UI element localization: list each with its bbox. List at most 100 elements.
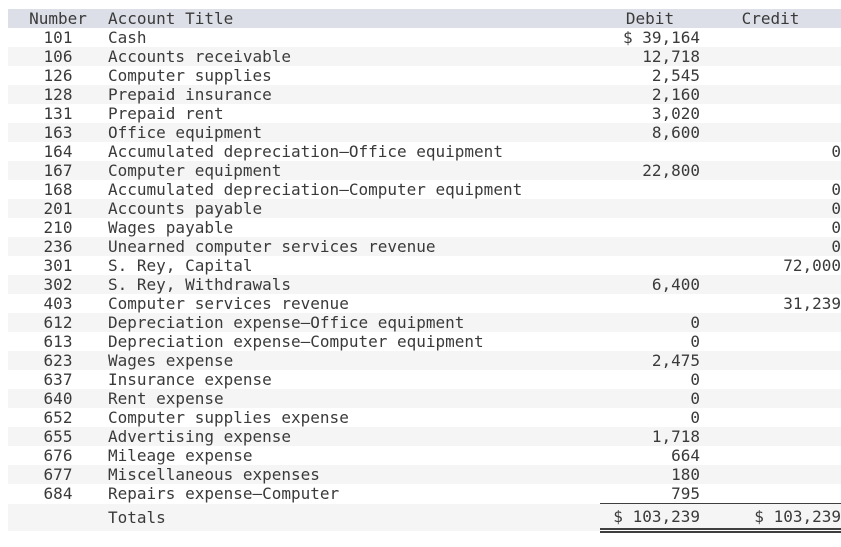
account-row: 301 S. Rey, Capital 72,000 [8, 256, 841, 275]
credit-amount-cell [700, 313, 841, 332]
account-title-cell: Accounts receivable [108, 47, 292, 66]
account-number-cell: 131 [43, 104, 73, 123]
debit-amount-cell: 8,600 [651, 123, 700, 142]
debit-amount-cell: 180 [671, 465, 700, 484]
credit-amount-cell [700, 66, 841, 85]
account-row: 623 Wages expense 2,475 [8, 351, 841, 370]
account-row: 652 Computer supplies expense 0 [8, 408, 841, 427]
account-row: 676 Mileage expense 664 [8, 446, 841, 465]
account-number-cell: 676 [43, 446, 73, 465]
credit-amount-cell [700, 332, 841, 351]
account-title-cell: Advertising expense [108, 427, 292, 446]
debit-amount-cell [600, 237, 700, 256]
credit-amount-cell: 0 [831, 237, 841, 256]
account-row: 302 S. Rey, Withdrawals 6,400 [8, 275, 841, 294]
totals-spacer-cell [8, 504, 108, 531]
credit-amount-cell [700, 85, 841, 104]
account-row: 106 Accounts receivable 12,718 [8, 47, 841, 66]
account-number-cell: 301 [43, 256, 73, 275]
totals-credit-value: $ 103,239 [700, 503, 841, 533]
debit-amount-cell: 2,475 [651, 351, 700, 370]
account-number-cell: 612 [43, 313, 73, 332]
account-title-cell: Cash [108, 28, 147, 47]
account-row: 403 Computer services revenue 31,239 [8, 294, 841, 313]
credit-amount-cell [700, 28, 841, 47]
debit-amount-cell: $ 39,164 [622, 28, 700, 47]
credit-amount-cell [700, 484, 841, 504]
debit-amount-cell: 6,400 [651, 275, 700, 294]
account-title-cell: Accumulated depreciation—Computer equipm… [108, 180, 523, 199]
account-number-cell: 128 [43, 85, 73, 104]
account-number-cell: 677 [43, 465, 73, 484]
account-row: 131 Prepaid rent 3,020 [8, 104, 841, 123]
account-row: 684 Repairs expense—Computer 795 [8, 484, 841, 504]
account-title-cell: Computer supplies expense [108, 408, 349, 427]
debit-amount-cell [600, 142, 700, 161]
account-row: 236 Unearned computer services revenue 0 [8, 237, 841, 256]
debit-amount-cell: 12,718 [642, 47, 700, 66]
account-row: 164 Accumulated depreciation—Office equip… [8, 142, 841, 161]
credit-amount-cell [700, 351, 841, 370]
credit-amount-cell [700, 275, 841, 294]
trial-balance: Number Account Title Debit Credit 101 Cas… [0, 0, 841, 533]
debit-amount-cell: 3,020 [651, 104, 700, 123]
credit-amount-cell [700, 408, 841, 427]
debit-amount-cell: 795 [671, 484, 700, 503]
credit-amount-cell: 72,000 [783, 256, 841, 275]
account-number-cell: 106 [43, 47, 73, 66]
debit-amount-cell: 0 [690, 408, 700, 427]
credit-amount-cell: 31,239 [783, 294, 841, 313]
account-number-cell: 655 [43, 427, 73, 446]
account-row: 167 Computer equipment 22,800 [8, 161, 841, 180]
credit-amount-cell: 0 [831, 199, 841, 218]
credit-amount-cell [700, 104, 841, 123]
debit-amount-cell [600, 294, 700, 313]
account-row: 128 Prepaid insurance 2,160 [8, 85, 841, 104]
totals-debit-value: $ 103,239 [600, 503, 700, 533]
account-row: 637 Insurance expense 0 [8, 370, 841, 389]
column-header-credit: Credit [700, 9, 841, 28]
account-number-cell: 613 [43, 332, 73, 351]
credit-amount-cell [700, 161, 841, 180]
account-title-cell: Prepaid insurance [108, 85, 272, 104]
totals-row: Totals $ 103,239 $ 103,239 [8, 503, 841, 533]
credit-amount-cell [700, 370, 841, 389]
account-number-cell: 126 [43, 66, 73, 85]
account-number-cell: 684 [43, 484, 73, 504]
debit-amount-cell: 1,718 [651, 427, 700, 446]
credit-amount-cell [700, 465, 841, 484]
account-number-cell: 168 [43, 180, 73, 199]
column-header-debit: Debit [600, 9, 700, 28]
account-title-cell: Wages expense [108, 351, 234, 370]
account-title-cell: Accounts payable [108, 199, 263, 218]
account-number-cell: 167 [43, 161, 73, 180]
account-number-cell: 637 [43, 370, 73, 389]
account-title-cell: Wages payable [108, 218, 234, 237]
account-title-cell: Unearned computer services revenue [108, 237, 436, 256]
debit-amount-cell: 0 [690, 332, 700, 351]
account-row: 201 Accounts payable 0 [8, 199, 841, 218]
column-header-number: Number [8, 9, 108, 28]
account-title-cell: Insurance expense [108, 370, 272, 389]
debit-amount-cell [600, 199, 700, 218]
account-row: 210 Wages payable 0 [8, 218, 841, 237]
account-row: 613 Depreciation expense—Computer equipme… [8, 332, 841, 351]
account-number-cell: 163 [43, 123, 73, 142]
account-title-cell: Rent expense [108, 389, 224, 408]
account-row: 168 Accumulated depreciation—Computer equ… [8, 180, 841, 199]
credit-amount-cell: 0 [831, 142, 841, 161]
account-number-cell: 101 [43, 28, 73, 47]
account-title-cell: Computer services revenue [108, 294, 349, 313]
table-body: 101 Cash $ 39,164 106 Accounts receivable 12,… [8, 28, 841, 504]
account-title-cell: Depreciation expense—Computer equipment [108, 332, 484, 351]
account-number-cell: 623 [43, 351, 73, 370]
account-number-cell: 164 [43, 142, 73, 161]
credit-amount-cell: 0 [831, 180, 841, 199]
account-title-cell: Depreciation expense—Office equipment [108, 313, 465, 332]
account-number-cell: 236 [43, 237, 73, 256]
account-title-cell: S. Rey, Withdrawals [108, 275, 292, 294]
account-row: 126 Computer supplies 2,545 [8, 66, 841, 85]
account-number-cell: 302 [43, 275, 73, 294]
debit-amount-cell: 0 [690, 313, 700, 332]
credit-amount-cell [700, 427, 841, 446]
